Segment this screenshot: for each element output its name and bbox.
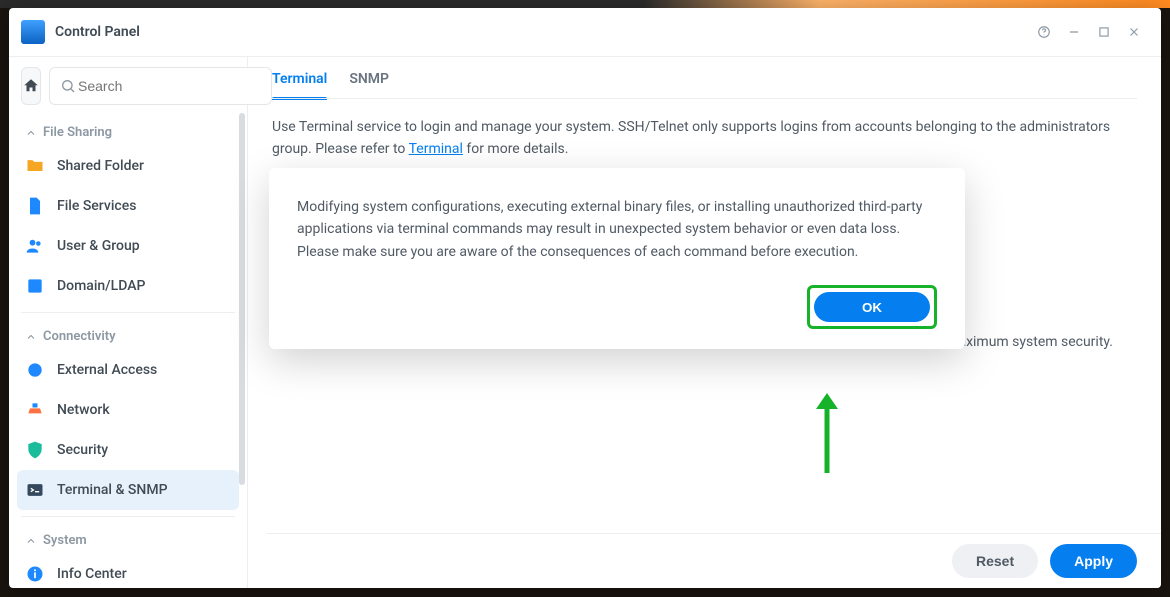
chevron-up-icon [25,535,37,547]
minimize-button[interactable] [1059,17,1089,47]
search-input[interactable] [76,77,261,95]
section-header-file-sharing[interactable]: File Sharing [9,115,247,146]
titlebar: Control Panel [9,8,1161,57]
sidebar-item-terminal-snmp[interactable]: Terminal & SNMP [17,470,239,510]
maximize-button[interactable] [1089,17,1119,47]
sidebar-item-label: File Services [57,198,136,214]
sidebar-item-label: Network [57,402,110,418]
search-icon [60,78,76,94]
app-icon [21,20,45,44]
sidebar-item-shared-folder[interactable]: Shared Folder [9,146,247,186]
section-label: Connectivity [43,329,116,344]
sidebar-item-label: Security [57,442,108,458]
reset-button[interactable]: Reset [952,544,1038,578]
sidebar-item-network[interactable]: Network [9,390,247,430]
chevron-up-icon [25,127,37,139]
terminal-help-link[interactable]: Terminal [409,141,463,157]
network-icon [25,400,45,420]
window-title: Control Panel [55,24,140,40]
sidebar-item-domain-ldap[interactable]: Domain/LDAP [9,266,247,306]
section-label: System [43,533,87,548]
ok-button[interactable]: OK [814,292,930,322]
help-button[interactable] [1029,17,1059,47]
sidebar-item-label: Shared Folder [57,158,144,174]
intro-post: for more details. [463,141,569,157]
users-icon [25,236,45,256]
intro-text: Use Terminal service to login and manage… [272,117,1137,160]
sidebar-scrollbar[interactable] [239,113,245,485]
sidebar-item-info-center[interactable]: Info Center [9,554,247,588]
tab-snmp[interactable]: SNMP [349,71,389,99]
app-window: Control Panel File Sharing [9,8,1161,588]
tab-bar: Terminal SNMP [248,57,1161,99]
tab-terminal[interactable]: Terminal [272,71,327,99]
section-label: File Sharing [43,125,112,140]
sidebar-item-user-group[interactable]: User & Group [9,226,247,266]
link-icon [25,360,45,380]
search-field[interactable] [49,67,272,105]
warning-dialog: Modifying system configurations, executi… [269,168,965,349]
sidebar-item-label: Domain/LDAP [57,278,145,294]
folder-icon [25,156,45,176]
sidebar-item-security[interactable]: Security [9,430,247,470]
section-divider [21,516,235,517]
sidebar-item-label: Terminal & SNMP [57,482,168,498]
section-header-connectivity[interactable]: Connectivity [9,319,247,350]
home-button[interactable] [21,67,41,105]
dialog-text: Modifying system configurations, executi… [297,196,937,263]
footer-bar: Reset Apply [267,533,1161,588]
sidebar-item-file-services[interactable]: File Services [9,186,247,226]
close-button[interactable] [1119,17,1149,47]
sidebar-item-label: User & Group [57,238,140,254]
sidebar-item-label: Info Center [57,566,127,582]
sidebar-item-external-access[interactable]: External Access [9,350,247,390]
info-icon [25,564,45,584]
apply-button[interactable]: Apply [1050,544,1137,578]
section-divider [21,312,235,313]
domain-icon [25,276,45,296]
sidebar-item-label: External Access [57,362,157,378]
section-header-system[interactable]: System [9,523,247,554]
annotation-arrow-icon [814,393,840,477]
file-icon [25,196,45,216]
terminal-icon [25,480,45,500]
sidebar: File Sharing Shared Folder File Services… [9,57,248,588]
shield-icon [25,440,45,460]
ok-highlight-ring: OK [807,285,937,329]
chevron-up-icon [25,331,37,343]
intro-pre: Use Terminal service to login and manage… [272,119,1110,157]
